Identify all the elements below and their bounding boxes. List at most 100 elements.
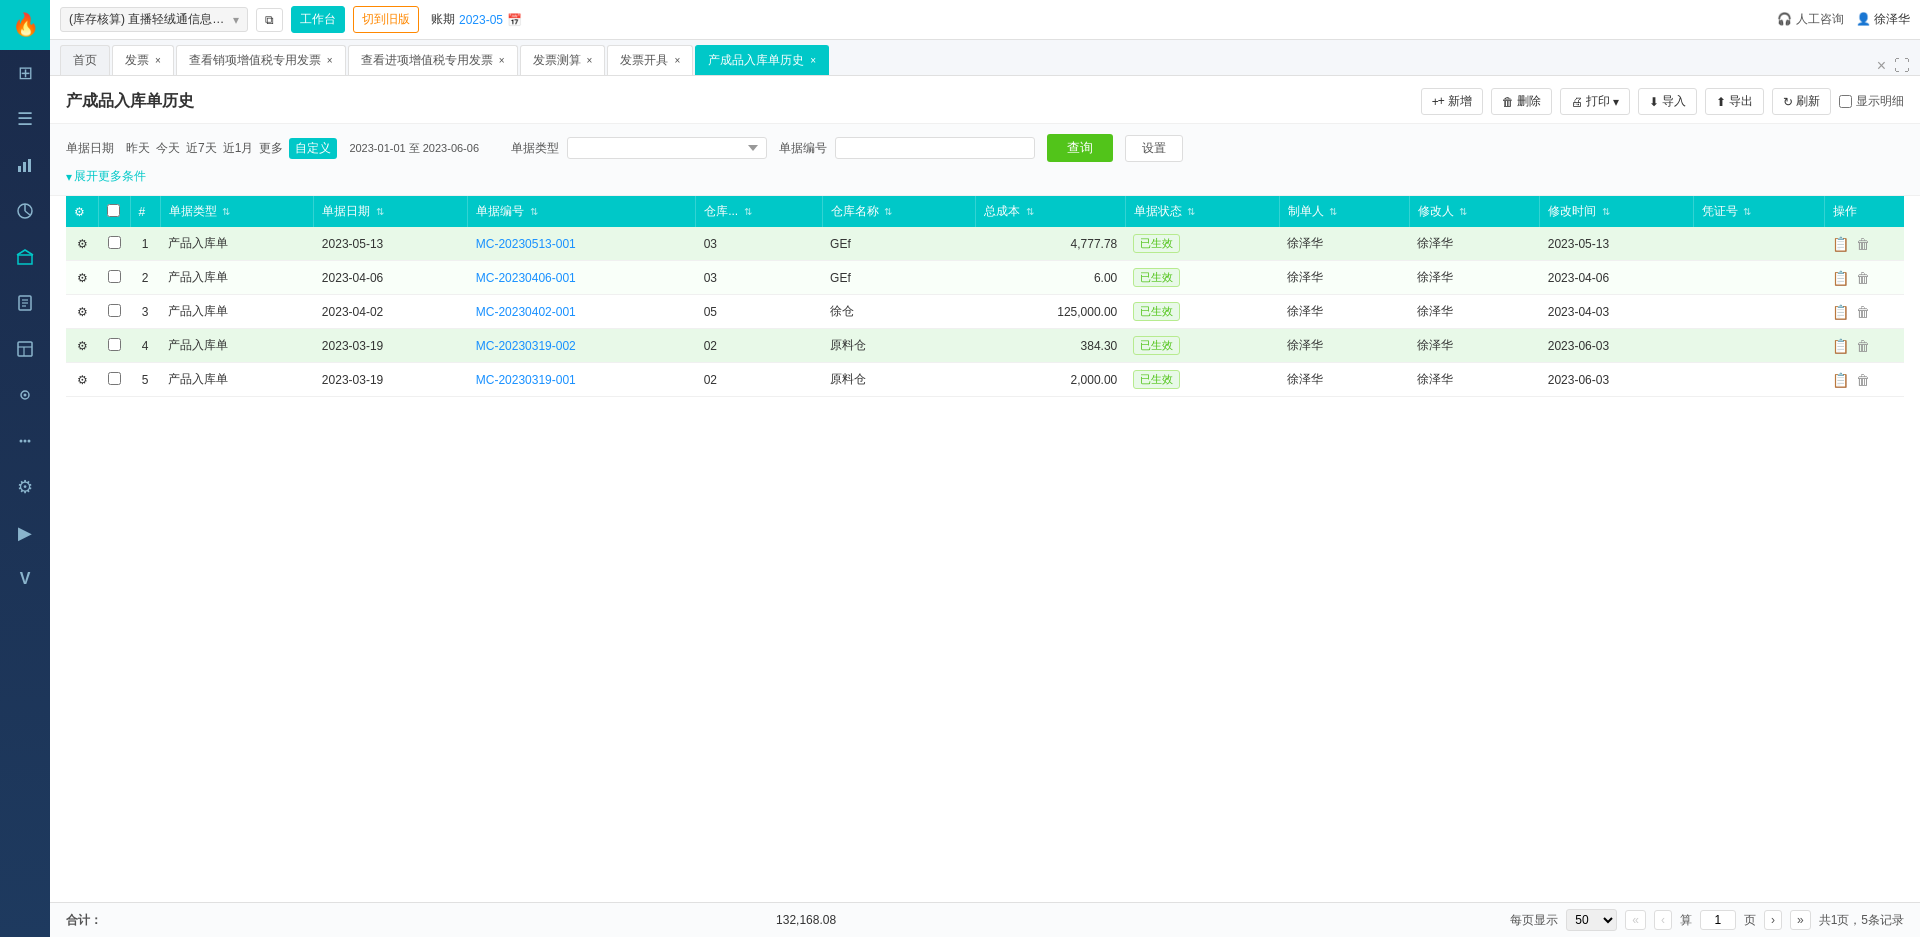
delete-row-icon[interactable]: 🗑 — [1856, 270, 1870, 286]
sidebar-item-plugin[interactable] — [0, 372, 50, 418]
col-modifier[interactable]: 修改人 ⇅ — [1409, 196, 1539, 227]
cell-settings[interactable]: ⚙ — [66, 295, 98, 329]
delete-row-icon[interactable]: 🗑 — [1856, 304, 1870, 320]
refresh-btn[interactable]: ↻ 刷新 — [1772, 88, 1831, 115]
col-total-cost[interactable]: 总成本 ⇅ — [976, 196, 1125, 227]
sidebar-item-misc[interactable] — [0, 418, 50, 464]
col-checkbox[interactable] — [98, 196, 130, 227]
cell-settings[interactable]: ⚙ — [66, 261, 98, 295]
row-checkbox[interactable] — [108, 270, 121, 283]
delete-row-icon[interactable]: 🗑 — [1856, 236, 1870, 252]
sidebar-item-docs[interactable]: ☰ — [0, 96, 50, 142]
number-link[interactable]: MC-20230402-001 — [476, 305, 576, 319]
col-creator[interactable]: 制单人 ⇅ — [1279, 196, 1409, 227]
prev-page-btn[interactable]: ‹ — [1654, 910, 1672, 930]
sidebar-item-task[interactable] — [0, 280, 50, 326]
cell-settings[interactable]: ⚙ — [66, 363, 98, 397]
setting-btn[interactable]: 设置 — [1125, 135, 1183, 162]
edit-icon[interactable]: 📋 — [1832, 372, 1849, 388]
sidebar-item-report[interactable] — [0, 142, 50, 188]
col-settings[interactable]: ⚙ — [66, 196, 98, 227]
delete-row-icon[interactable]: 🗑 — [1856, 338, 1870, 354]
row-checkbox[interactable] — [108, 236, 121, 249]
next-page-btn[interactable]: › — [1764, 910, 1782, 930]
company-selector[interactable]: (库存核算) 直播轻绒通信息技术股份... ▾ — [60, 7, 248, 32]
custom-link[interactable]: 自定义 — [289, 138, 337, 159]
cell-number[interactable]: MC-20230513-001 — [468, 227, 696, 261]
tab-open-invoice[interactable]: 发票开具 × — [607, 45, 693, 75]
tab-product-history[interactable]: 产成品入库单历史 × — [695, 45, 829, 75]
sidebar-item-template[interactable] — [0, 326, 50, 372]
col-number[interactable]: 单据编号 ⇅ — [468, 196, 696, 227]
page-input[interactable] — [1700, 910, 1736, 930]
tab-calc[interactable]: 发票测算 × — [520, 45, 606, 75]
col-status[interactable]: 单据状态 ⇅ — [1125, 196, 1279, 227]
cell-number[interactable]: MC-20230402-001 — [468, 295, 696, 329]
row-checkbox[interactable] — [108, 304, 121, 317]
delete-row-icon[interactable]: 🗑 — [1856, 372, 1870, 388]
edit-icon[interactable]: 📋 — [1832, 236, 1849, 252]
cell-checkbox[interactable] — [98, 227, 130, 261]
number-link[interactable]: MC-20230406-001 — [476, 271, 576, 285]
import-btn[interactable]: ⬇ 导入 — [1638, 88, 1697, 115]
delete-btn[interactable]: 🗑 删除 — [1491, 88, 1552, 115]
copy-btn[interactable]: ⧉ — [256, 8, 283, 32]
close-icon[interactable]: × — [810, 55, 816, 66]
cell-number[interactable]: MC-20230319-001 — [468, 363, 696, 397]
edit-icon[interactable]: 📋 — [1832, 270, 1849, 286]
sidebar-item-home[interactable]: ⊞ — [0, 50, 50, 96]
edit-icon[interactable]: 📋 — [1832, 304, 1849, 320]
close-icon[interactable]: × — [587, 55, 593, 66]
col-warehouse-name[interactable]: 仓库名称 ⇅ — [822, 196, 976, 227]
tab-invoice[interactable]: 发票 × — [112, 45, 174, 75]
export-btn[interactable]: ⬆ 导出 — [1705, 88, 1764, 115]
cell-settings[interactable]: ⚙ — [66, 329, 98, 363]
cell-number[interactable]: MC-20230319-002 — [468, 329, 696, 363]
close-icon[interactable]: × — [327, 55, 333, 66]
edit-icon[interactable]: 📋 — [1832, 338, 1849, 354]
yesterday-link[interactable]: 昨天 — [126, 140, 150, 157]
type-filter-select[interactable] — [567, 137, 767, 159]
workspace-btn[interactable]: 工作台 — [291, 6, 345, 33]
row-checkbox[interactable] — [108, 338, 121, 351]
cell-checkbox[interactable] — [98, 363, 130, 397]
tab-sales-vat[interactable]: 查看销项增值税专用发票 × — [176, 45, 346, 75]
col-warehouse-code[interactable]: 仓库... ⇅ — [696, 196, 822, 227]
cell-number[interactable]: MC-20230406-001 — [468, 261, 696, 295]
switch-btn[interactable]: 切到旧版 — [353, 6, 419, 33]
col-date[interactable]: 单据日期 ⇅ — [314, 196, 468, 227]
close-icon[interactable]: × — [155, 55, 161, 66]
sidebar-item-v[interactable]: V — [0, 556, 50, 602]
cell-checkbox[interactable] — [98, 261, 130, 295]
select-all-checkbox[interactable] — [107, 204, 120, 217]
col-type[interactable]: 单据类型 ⇅ — [160, 196, 314, 227]
today-link[interactable]: 今天 — [156, 140, 180, 157]
show-detail-checkbox-label[interactable]: 显示明细 — [1839, 93, 1904, 110]
cell-settings[interactable]: ⚙ — [66, 227, 98, 261]
per-page-select[interactable]: 50 100 — [1566, 909, 1617, 931]
tab-home[interactable]: 首页 — [60, 45, 110, 75]
number-link[interactable]: MC-20230513-001 — [476, 237, 576, 251]
col-modify-time[interactable]: 修改时间 ⇅ — [1540, 196, 1694, 227]
first-page-btn[interactable]: « — [1625, 910, 1646, 930]
tab-purchase-vat[interactable]: 查看进项增值税专用发票 × — [348, 45, 518, 75]
fullscreen-icon[interactable]: ⛶ — [1894, 57, 1910, 75]
sidebar-item-play[interactable]: ▶ — [0, 510, 50, 556]
print-btn[interactable]: 🖨 打印 ▾ — [1560, 88, 1630, 115]
row-checkbox[interactable] — [108, 372, 121, 385]
user-avatar[interactable]: 👤 徐泽华 — [1856, 11, 1910, 28]
close-all-icon[interactable]: × — [1877, 57, 1886, 75]
close-icon[interactable]: × — [674, 55, 680, 66]
query-btn[interactable]: 查询 — [1047, 134, 1113, 162]
user-service[interactable]: 🎧 人工咨询 — [1777, 11, 1843, 28]
col-voucher[interactable]: 凭证号 ⇅ — [1694, 196, 1824, 227]
calendar-icon[interactable]: 📅 — [507, 13, 522, 27]
last-page-btn[interactable]: » — [1790, 910, 1811, 930]
more-link[interactable]: 更多 — [259, 140, 283, 157]
number-filter-input[interactable] — [835, 137, 1035, 159]
cell-checkbox[interactable] — [98, 295, 130, 329]
number-link[interactable]: MC-20230319-002 — [476, 339, 576, 353]
expand-more-btn[interactable]: ▾ 展开更多条件 — [66, 168, 1904, 185]
show-detail-checkbox[interactable] — [1839, 95, 1852, 108]
last1month-link[interactable]: 近1月 — [223, 140, 254, 157]
